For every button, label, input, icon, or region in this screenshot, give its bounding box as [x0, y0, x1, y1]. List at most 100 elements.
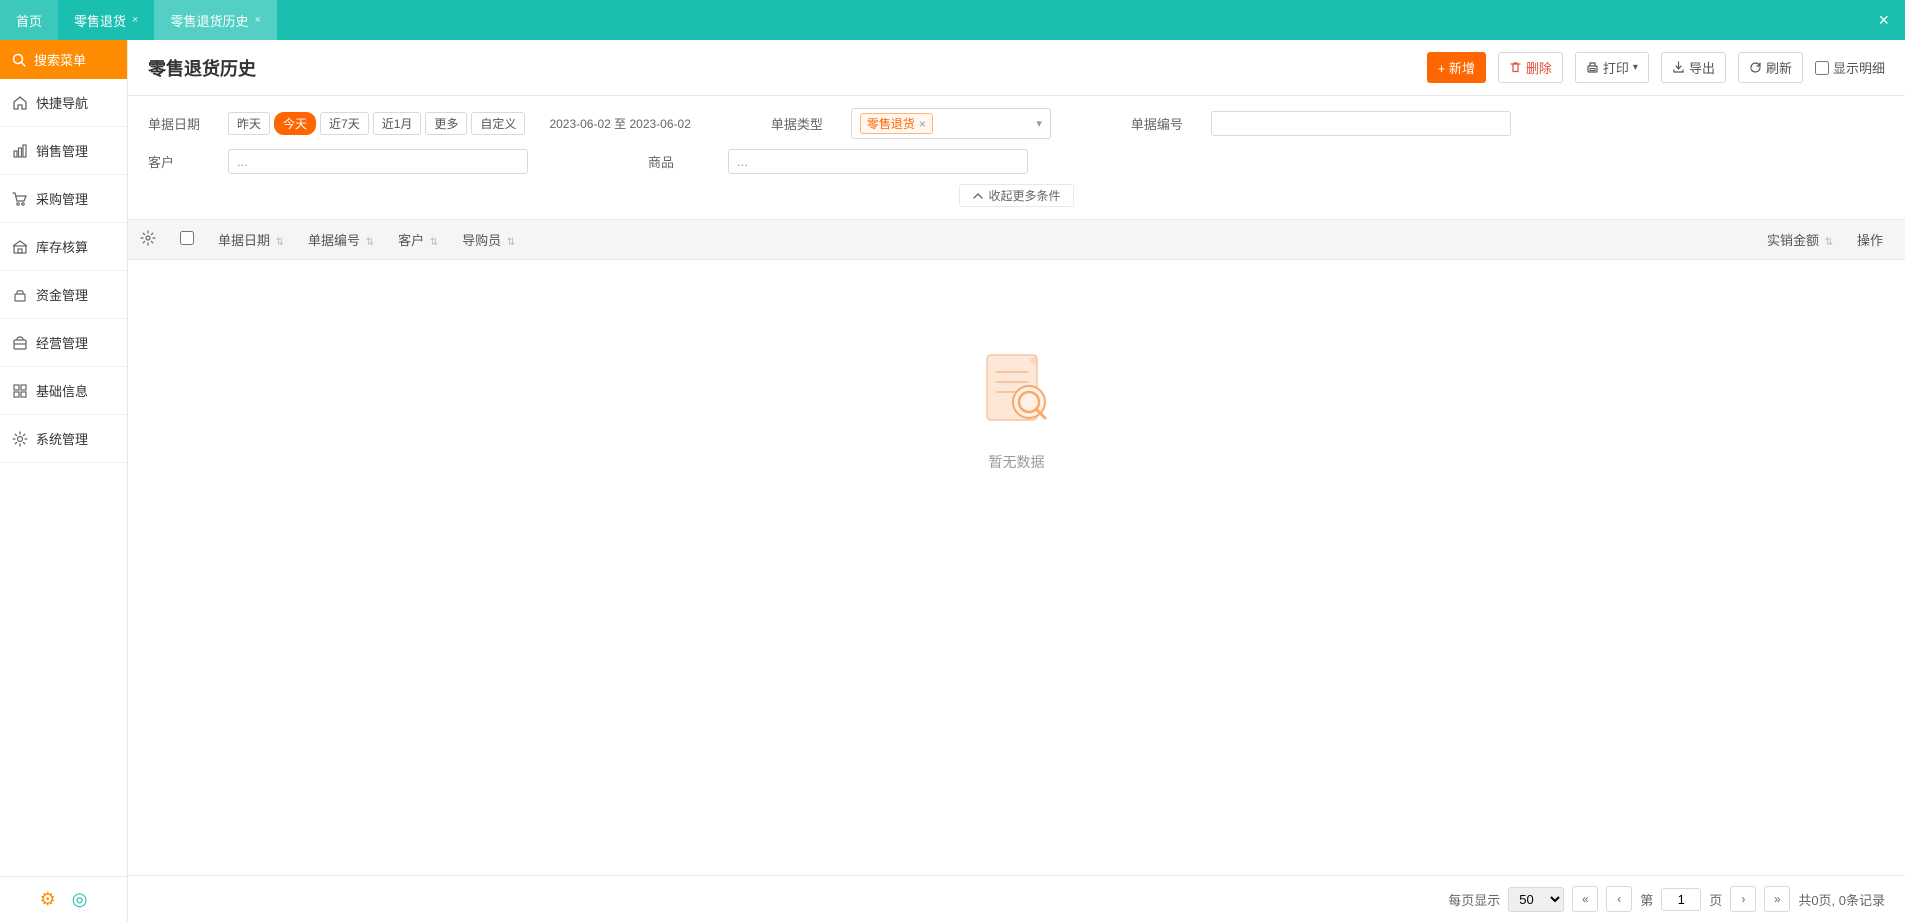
page-label: 第	[1640, 890, 1653, 909]
sidebar-item-purchase[interactable]: 采购管理	[0, 175, 127, 223]
next-page-icon: ›	[1741, 892, 1745, 906]
refresh-label: 刷新	[1766, 58, 1792, 77]
delete-icon	[1509, 61, 1522, 74]
tab-retail-return-history[interactable]: 零售退货历史 ×	[154, 0, 276, 40]
lock-icon	[12, 287, 28, 303]
goods-select[interactable]: ...	[728, 149, 1028, 174]
show-detail-label: 显示明细	[1833, 58, 1885, 77]
col-doc-no-label: 单据编号	[308, 233, 360, 248]
table-settings-icon[interactable]	[140, 230, 156, 246]
date-buttons: 昨天 今天 近7天 近1月 更多 自定义	[228, 112, 525, 135]
sidebar: 搜索菜单 快捷导航 销售管理 采购管理	[0, 40, 128, 922]
next-page-button[interactable]: ›	[1730, 886, 1756, 912]
date-filter-label: 单据日期	[148, 114, 208, 133]
sidebar-item-quick-nav[interactable]: 快捷导航	[0, 79, 127, 127]
customer-filter-label: 客户	[148, 152, 208, 171]
col-action: 操作	[1845, 220, 1905, 260]
date-btn-yesterday[interactable]: 昨天	[228, 112, 270, 135]
type-select-arrow: ▾	[1036, 117, 1042, 130]
sidebar-item-inventory[interactable]: 库存核算	[0, 223, 127, 271]
tab-bar: 首页 零售退货 × 零售退货历史 ×	[0, 0, 1878, 40]
sidebar-item-basic-info-label: 基础信息	[36, 381, 88, 400]
settings-icon	[12, 431, 28, 447]
sidebar-item-system[interactable]: 系统管理	[0, 415, 127, 463]
sidebar-item-operations[interactable]: 经营管理	[0, 319, 127, 367]
toolbar: + 新增 删除 打印 ▾	[1427, 52, 1885, 83]
table-body: 暂无数据	[128, 260, 1905, 553]
first-page-icon: «	[1582, 892, 1589, 906]
page-header: 零售退货历史 + 新增 删除 打印 ▾	[128, 40, 1905, 96]
date-btn-7days[interactable]: 近7天	[320, 112, 369, 135]
filter-row-2: 客户 ... 商品 ...	[148, 149, 1885, 174]
date-btn-more[interactable]: 更多	[425, 112, 467, 135]
type-tag: 零售退货 ×	[860, 113, 933, 134]
col-amount-label: 实销金额	[1767, 233, 1819, 248]
prev-page-button[interactable]: ‹	[1606, 886, 1632, 912]
show-detail-check[interactable]: 显示明细	[1815, 58, 1885, 77]
customer-select[interactable]: ...	[228, 149, 528, 174]
col-guide-sort[interactable]: ⇅	[507, 237, 515, 248]
col-amount-sort[interactable]: ⇅	[1825, 237, 1833, 248]
sidebar-item-sales[interactable]: 销售管理	[0, 127, 127, 175]
show-detail-checkbox[interactable]	[1815, 61, 1829, 75]
col-date-label: 单据日期	[218, 233, 270, 248]
audio-icon[interactable]: ◎	[72, 889, 88, 910]
col-guide-label: 导购员	[462, 233, 501, 248]
sidebar-item-finance[interactable]: 资金管理	[0, 271, 127, 319]
tab-retail-return-history-close[interactable]: ×	[254, 14, 260, 26]
table-area: 单据日期 ⇅ 单据编号 ⇅ 客户 ⇅ 导购员 ⇅	[128, 220, 1905, 875]
sidebar-item-system-label: 系统管理	[36, 429, 88, 448]
sidebar-item-basic-info[interactable]: 基础信息	[0, 367, 127, 415]
collapse-icon	[972, 190, 984, 202]
filter-row-1: 单据日期 昨天 今天 近7天 近1月 更多 自定义 2023-06-02 至 2…	[148, 108, 1885, 139]
type-filter-label: 单据类型	[771, 114, 831, 133]
col-date-sort[interactable]: ⇅	[276, 237, 284, 248]
empty-state-row: 暂无数据	[128, 260, 1905, 553]
type-select[interactable]: 零售退货 × ▾	[851, 108, 1051, 139]
per-page-select[interactable]: 20 50 100 200	[1508, 887, 1564, 912]
refresh-button[interactable]: 刷新	[1738, 52, 1803, 83]
col-amount: 实销金额 ⇅	[1745, 220, 1845, 260]
empty-svg	[967, 340, 1067, 440]
print-dropdown-icon: ▾	[1633, 62, 1638, 73]
tab-retail-return-label: 零售退货	[74, 11, 126, 30]
collapse-button[interactable]: 收起更多条件	[959, 184, 1073, 207]
date-btn-today[interactable]: 今天	[274, 112, 316, 135]
sidebar-item-quick-nav-label: 快捷导航	[36, 93, 88, 112]
total-info: 共0页, 0条记录	[1798, 890, 1885, 909]
delete-button[interactable]: 删除	[1498, 52, 1563, 83]
page-number-input[interactable]	[1661, 888, 1701, 911]
col-action-label: 操作	[1857, 233, 1883, 248]
col-doc-no-sort[interactable]: ⇅	[366, 237, 374, 248]
delete-label: 删除	[1526, 58, 1552, 77]
export-button[interactable]: 导出	[1661, 52, 1726, 83]
col-customer-sort[interactable]: ⇅	[430, 237, 438, 248]
type-tag-close[interactable]: ×	[919, 117, 926, 131]
shopping-icon	[12, 191, 28, 207]
tab-retail-return[interactable]: 零售退货 ×	[58, 0, 154, 40]
gear-icon[interactable]: ⚙	[40, 889, 56, 910]
tab-retail-return-close[interactable]: ×	[132, 14, 138, 26]
first-page-button[interactable]: «	[1572, 886, 1598, 912]
print-label: 打印	[1603, 58, 1629, 77]
new-button[interactable]: + 新增	[1427, 52, 1486, 83]
print-button[interactable]: 打印 ▾	[1575, 52, 1649, 83]
empty-state: 暂无数据	[128, 260, 1905, 552]
col-guide: 导购员 ⇅	[450, 220, 527, 260]
window-close-button[interactable]: ×	[1878, 10, 1889, 31]
select-all-checkbox[interactable]	[180, 231, 194, 245]
col-checkbox[interactable]	[168, 220, 206, 260]
sidebar-search[interactable]: 搜索菜单	[0, 40, 127, 79]
date-btn-custom[interactable]: 自定义	[471, 112, 525, 135]
goods-placeholder: ...	[737, 154, 748, 169]
doc-no-input[interactable]	[1211, 111, 1511, 136]
col-date: 单据日期 ⇅	[206, 220, 296, 260]
date-btn-1month[interactable]: 近1月	[373, 112, 422, 135]
tab-home[interactable]: 首页	[0, 0, 58, 40]
data-table: 单据日期 ⇅ 单据编号 ⇅ 客户 ⇅ 导购员 ⇅	[128, 220, 1905, 552]
top-bar: 首页 零售退货 × 零售退货历史 × ×	[0, 0, 1905, 40]
collapse-label: 收起更多条件	[988, 187, 1060, 204]
last-page-button[interactable]: »	[1764, 886, 1790, 912]
sidebar-item-purchase-label: 采购管理	[36, 189, 88, 208]
warehouse-icon	[12, 239, 28, 255]
